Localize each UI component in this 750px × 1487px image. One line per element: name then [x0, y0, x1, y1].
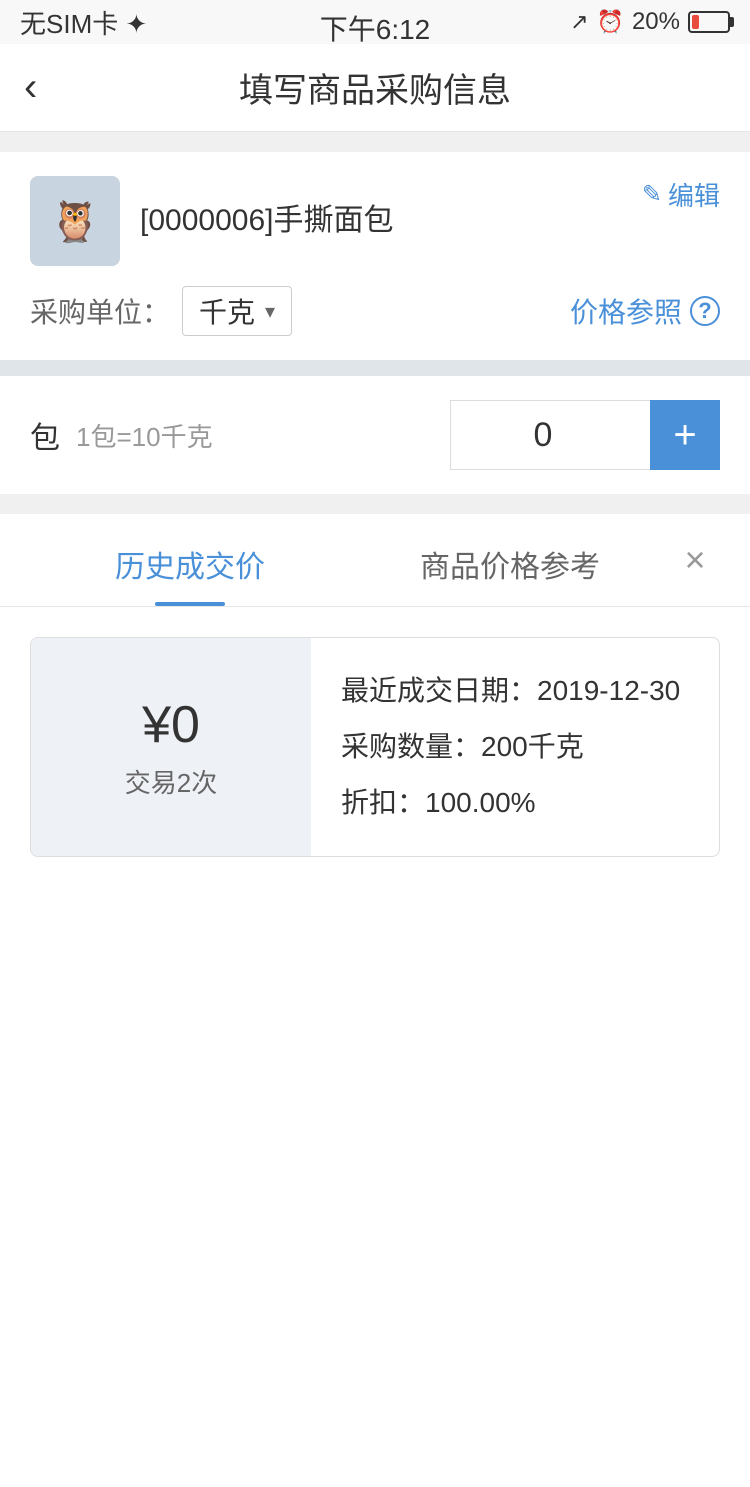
- transaction-count: 交易2次: [125, 763, 217, 800]
- quantity-input-group: +: [450, 400, 720, 470]
- edit-label: 编辑: [668, 176, 720, 213]
- transaction-left: ¥0 交易2次: [31, 638, 311, 856]
- quantity-plus-button[interactable]: +: [650, 400, 720, 470]
- date-value: 2019-12-30: [537, 675, 680, 706]
- battery-icon: [688, 11, 730, 33]
- battery-text: 20%: [632, 8, 680, 36]
- status-right: ↗ ⏰ 20%: [570, 8, 730, 36]
- qty-unit: 包: [30, 413, 60, 457]
- discount-label: 折扣：: [341, 787, 425, 818]
- status-bar: 无SIM卡 ✦ 下午6:12 ↗ ⏰ 20%: [0, 0, 750, 44]
- quantity-input[interactable]: [450, 400, 650, 470]
- price-reference-button[interactable]: 价格参照 ?: [570, 291, 720, 331]
- transaction-discount-row: 折扣：100.00%: [341, 782, 689, 824]
- discount-value: 100.00%: [425, 787, 536, 818]
- tab-history-price[interactable]: 历史成交价: [30, 514, 350, 606]
- bottom-area: [0, 887, 750, 1487]
- tab-close-button[interactable]: ×: [670, 535, 720, 585]
- product-unit-row: 采购单位： 千克 ▾ 价格参照 ?: [30, 286, 720, 336]
- qty-conversion: 1包=10千克: [76, 417, 213, 454]
- unit-value: 千克: [199, 291, 255, 331]
- unit-selector[interactable]: 千克 ▾: [182, 286, 292, 336]
- edit-button[interactable]: ✎ 编辑: [642, 176, 720, 213]
- transaction-right: 最近成交日期：2019-12-30 采购数量：200千克 折扣：100.00%: [311, 638, 719, 856]
- carrier-text: 无SIM卡 ✦: [20, 4, 147, 41]
- edit-icon: ✎: [642, 180, 662, 209]
- quantity-left: 包 1包=10千克: [30, 413, 213, 457]
- tab-history-label: 历史成交价: [115, 551, 265, 584]
- close-icon: ×: [684, 539, 705, 581]
- tab-panel: 历史成交价 商品价格参考 × ¥0 交易2次 最近成交日期：2019-12-30…: [0, 514, 750, 887]
- back-button[interactable]: ‹: [24, 65, 37, 110]
- alarm-icon: ⏰: [597, 9, 624, 35]
- product-image-icon: 🦉: [50, 198, 100, 245]
- info-icon: ?: [690, 296, 720, 326]
- product-card: 🦉 [0000006]手撕面包 ✎ 编辑 采购单位： 千克 ▾ 价格参照 ?: [0, 152, 750, 360]
- transaction-price: ¥0: [142, 695, 200, 755]
- product-header: 🦉 [0000006]手撕面包 ✎ 编辑: [30, 176, 720, 266]
- tab-product-price[interactable]: 商品价格参考: [350, 514, 670, 606]
- product-left: 🦉 [0000006]手撕面包: [30, 176, 393, 266]
- status-carrier: 无SIM卡 ✦: [20, 4, 147, 41]
- dropdown-arrow-icon: ▾: [265, 299, 275, 324]
- transaction-date-row: 最近成交日期：2019-12-30: [341, 670, 689, 712]
- nav-bar: ‹ 填写商品采购信息: [0, 44, 750, 132]
- unit-group: 采购单位： 千克 ▾: [30, 286, 292, 336]
- transaction-qty-row: 采购数量：200千克: [341, 726, 689, 768]
- product-name: [0000006]手撕面包: [140, 200, 393, 242]
- page-title: 填写商品采购信息: [239, 63, 511, 112]
- product-thumbnail: 🦉: [30, 176, 120, 266]
- status-time: 下午6:12: [320, 8, 431, 48]
- tab-header: 历史成交价 商品价格参考 ×: [0, 514, 750, 607]
- section-divider: [0, 360, 750, 376]
- unit-label: 采购单位：: [30, 291, 170, 331]
- location-icon: ↗: [570, 9, 588, 35]
- qty-label: 采购数量：: [341, 731, 481, 762]
- date-label: 最近成交日期：: [341, 675, 537, 706]
- transaction-card: ¥0 交易2次 最近成交日期：2019-12-30 采购数量：200千克 折扣：…: [30, 637, 720, 857]
- tab-content: ¥0 交易2次 最近成交日期：2019-12-30 采购数量：200千克 折扣：…: [0, 607, 750, 887]
- quantity-row: 包 1包=10千克 +: [0, 376, 750, 494]
- tab-product-label: 商品价格参考: [420, 551, 600, 584]
- qty-value: 200千克: [481, 731, 584, 762]
- price-ref-label: 价格参照: [570, 291, 682, 331]
